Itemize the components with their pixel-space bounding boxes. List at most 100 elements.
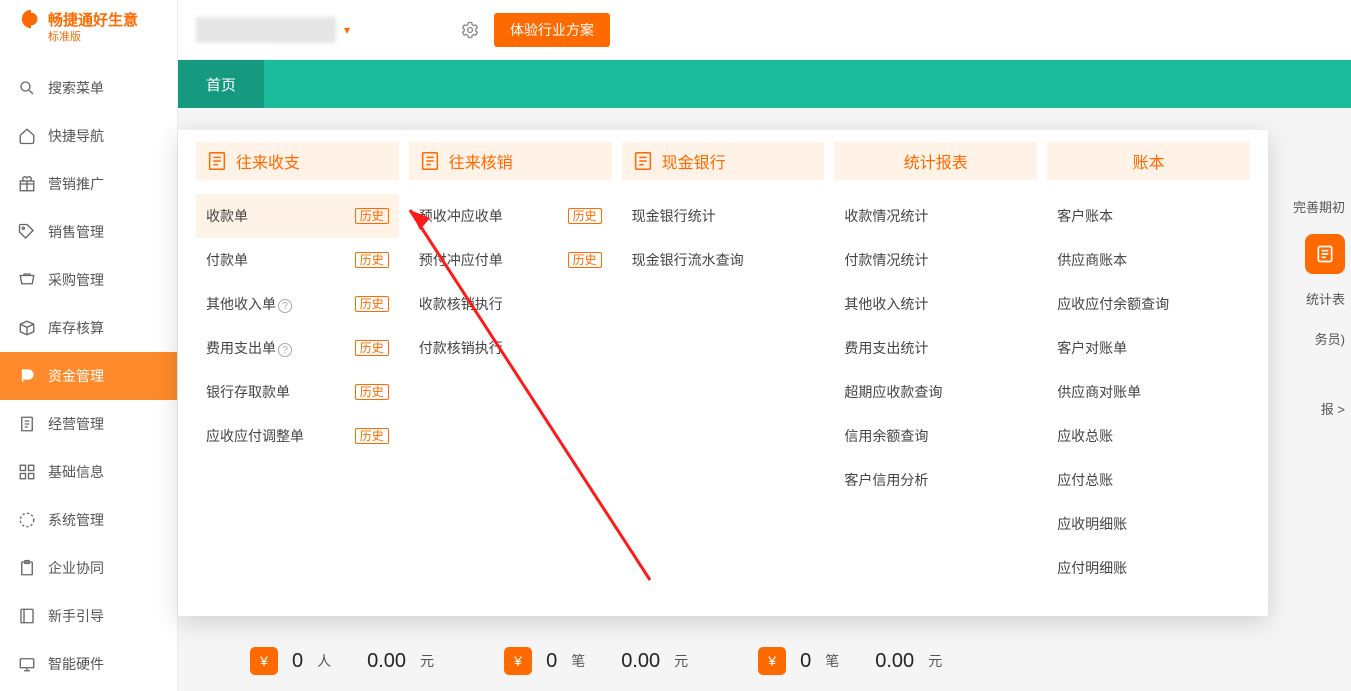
- menu-item[interactable]: 信用余额查询: [834, 414, 1037, 458]
- menu-item-label: 超期应收款查询: [844, 382, 942, 402]
- chevron-down-icon: ▾: [344, 23, 350, 37]
- report-icon[interactable]: [1305, 234, 1345, 274]
- peek-text: 统计表: [1293, 280, 1345, 320]
- topbar: ▾ 体验行业方案: [178, 0, 1351, 60]
- sidebar-item-10[interactable]: 企业协同: [0, 544, 177, 592]
- sidebar-item-3[interactable]: 销售管理: [0, 208, 177, 256]
- org-selector[interactable]: ▾: [196, 17, 446, 43]
- grid-icon: [18, 463, 36, 481]
- background-peek: 完善期初 统计表 务员) 报 >: [1293, 188, 1345, 430]
- sidebar-item-4[interactable]: 采购管理: [0, 256, 177, 304]
- history-tag[interactable]: 历史: [568, 208, 602, 224]
- menu-item[interactable]: 收款单 历史: [196, 194, 399, 238]
- flyout-column-4: 账本客户账本供应商账本应收应付余额查询客户对账单供应商对账单应收总账应付总账应收…: [1047, 142, 1250, 590]
- sidebar-item-8[interactable]: 基础信息: [0, 448, 177, 496]
- menu-item[interactable]: 客户账本: [1047, 194, 1250, 238]
- bottom-stats-row: ¥0人0.00元¥0笔0.00元¥0笔0.00元: [200, 647, 1351, 675]
- help-icon[interactable]: ?: [278, 299, 292, 313]
- history-tag[interactable]: 历史: [568, 252, 602, 268]
- sidebar-item-11[interactable]: 新手引导: [0, 592, 177, 640]
- menu-item[interactable]: 预付冲应付单历史: [409, 238, 612, 282]
- history-tag[interactable]: 历史: [355, 208, 389, 224]
- sidebar-item-2[interactable]: 营销推广: [0, 160, 177, 208]
- peek-text: 务员): [1293, 320, 1345, 360]
- sidebar-item-6[interactable]: 资金管理: [0, 352, 177, 400]
- column-header: 账本: [1047, 142, 1250, 180]
- menu-item-label: 现金银行流水查询: [632, 250, 744, 270]
- sidebar-item-9[interactable]: 系统管理: [0, 496, 177, 544]
- stat-icon: ¥: [758, 647, 786, 675]
- menu-item[interactable]: 费用支出单?历史: [196, 326, 399, 370]
- menu-item[interactable]: 银行存取款单历史: [196, 370, 399, 414]
- menu-item-label: 供应商账本: [1057, 250, 1127, 270]
- history-tag[interactable]: 历史: [355, 340, 389, 356]
- sidebar-item-label: 库存核算: [48, 318, 104, 338]
- stat-amount: 0.00: [875, 650, 914, 673]
- menu-item[interactable]: 付款单历史: [196, 238, 399, 282]
- menu-item[interactable]: 现金银行统计: [622, 194, 825, 238]
- menu-item[interactable]: 收款核销执行: [409, 282, 612, 326]
- tab-home[interactable]: 首页: [178, 60, 264, 108]
- menu-item[interactable]: 应收明细账: [1047, 502, 1250, 546]
- sidebar-item-5[interactable]: 库存核算: [0, 304, 177, 352]
- history-tag[interactable]: 历史: [355, 252, 389, 268]
- menu-item[interactable]: 应收总账: [1047, 414, 1250, 458]
- menu-item[interactable]: 其他收入单? 历史: [196, 282, 399, 326]
- logo-area: 畅捷通好生意 标准版: [0, 0, 177, 60]
- sidebar-item-label: 基础信息: [48, 462, 104, 482]
- menu-item[interactable]: 其他收入统计: [834, 282, 1037, 326]
- industry-plan-button[interactable]: 体验行业方案: [494, 13, 610, 47]
- box-icon: [18, 319, 36, 337]
- history-tag[interactable]: 历史: [355, 384, 389, 400]
- clip-icon: [18, 559, 36, 577]
- help-icon[interactable]: ?: [278, 343, 292, 357]
- peek-text: 完善期初: [1293, 188, 1345, 228]
- stat-0: ¥0人0.00元: [250, 647, 434, 675]
- menu-item[interactable]: 预收冲应收单历史: [409, 194, 612, 238]
- gear-icon[interactable]: [460, 20, 480, 40]
- sidebar-item-label: 采购管理: [48, 270, 104, 290]
- history-tag[interactable]: 历史: [355, 296, 389, 312]
- menu-item[interactable]: 付款核销执行: [409, 326, 612, 370]
- tag-icon: [18, 223, 36, 241]
- menu-item[interactable]: 应付明细账: [1047, 546, 1250, 590]
- menu-item-label: 其他收入单?: [206, 294, 292, 314]
- flyout-column-2: 现金银行现金银行统计现金银行流水查询: [622, 142, 825, 590]
- menu-item[interactable]: 供应商账本: [1047, 238, 1250, 282]
- menu-item-label: 其他收入统计: [844, 294, 928, 314]
- stat-unit: 笔: [571, 651, 585, 671]
- menu-item-label: 收款情况统计: [844, 206, 928, 226]
- column-title: 往来收支: [236, 149, 300, 173]
- gift-icon: [18, 175, 36, 193]
- menu-item[interactable]: 应收应付余额查询: [1047, 282, 1250, 326]
- sidebar-item-12[interactable]: 智能硬件: [0, 640, 177, 688]
- menu-item-label: 应收应付调整单: [206, 426, 304, 446]
- sidebar-item-0[interactable]: 搜索菜单: [0, 64, 177, 112]
- menu-item-label: 付款核销执行: [419, 338, 503, 358]
- menu-item[interactable]: 付款情况统计: [834, 238, 1037, 282]
- column-title: 账本: [1133, 149, 1165, 173]
- menu-item[interactable]: 应付总账: [1047, 458, 1250, 502]
- menu-item[interactable]: 费用支出统计: [834, 326, 1037, 370]
- menu-item[interactable]: 现金银行流水查询: [622, 238, 825, 282]
- sidebar-item-label: 搜索菜单: [48, 78, 104, 98]
- brand-edition: 标准版: [48, 28, 167, 44]
- flyout-column-3: 统计报表收款情况统计付款情况统计其他收入统计费用支出统计超期应收款查询信用余额查…: [834, 142, 1037, 590]
- stat-unit: 元: [928, 651, 942, 671]
- menu-item[interactable]: 超期应收款查询: [834, 370, 1037, 414]
- org-name-redacted: [196, 17, 336, 43]
- sidebar-item-7[interactable]: 经营管理: [0, 400, 177, 448]
- menu-item-label: 信用余额查询: [844, 426, 928, 446]
- sidebar-item-label: 营销推广: [48, 174, 104, 194]
- sidebar-item-1[interactable]: 快捷导航: [0, 112, 177, 160]
- menu-item[interactable]: 客户对账单: [1047, 326, 1250, 370]
- menu-item[interactable]: 应收应付调整单 历史: [196, 414, 399, 458]
- sidebar-item-label: 新手引导: [48, 606, 104, 626]
- menu-item[interactable]: 客户信用分析: [834, 458, 1037, 502]
- document-icon: [632, 150, 654, 172]
- menu-item-label: 收款单: [206, 206, 248, 226]
- menu-item[interactable]: 收款情况统计: [834, 194, 1037, 238]
- menu-item[interactable]: 供应商对账单: [1047, 370, 1250, 414]
- column-title: 统计报表: [904, 149, 968, 173]
- history-tag[interactable]: 历史: [355, 428, 389, 444]
